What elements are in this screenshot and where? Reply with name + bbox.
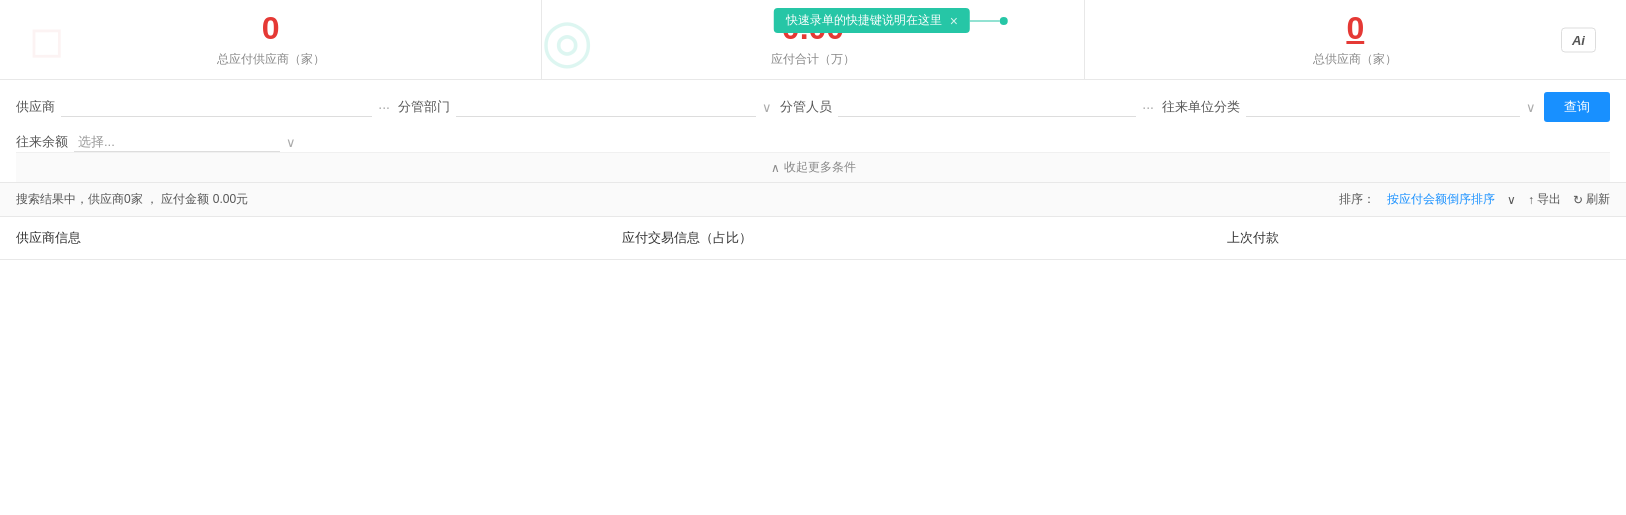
result-text: 搜索结果中，供应商0家 xyxy=(16,192,143,206)
export-icon: ↑ xyxy=(1528,193,1534,207)
query-button[interactable]: 查询 xyxy=(1544,92,1610,122)
filter-row-2: 往来余额 选择... ∨ xyxy=(16,132,1610,152)
ai-badge[interactable]: Ai xyxy=(1561,27,1596,52)
tooltip-close-button[interactable]: × xyxy=(950,13,958,29)
filter-unit: 往来单位分类 ∨ xyxy=(1162,97,1536,117)
refresh-label: 刷新 xyxy=(1586,191,1610,208)
table-header: 供应商信息 应付交易信息（占比） 上次付款 xyxy=(0,217,1626,260)
filter-department: 分管部门 ∨ xyxy=(398,97,772,117)
stat-value-payable-suppliers: 0 xyxy=(262,11,280,46)
teal-icon: ◎ xyxy=(541,5,593,75)
supplier-dots-button[interactable]: ··· xyxy=(378,99,390,115)
balance-label: 往来余额 xyxy=(16,133,68,151)
table: 供应商信息 应付交易信息（占比） 上次付款 xyxy=(0,217,1626,515)
stat-label-payable-suppliers: 总应付供应商（家） xyxy=(217,51,325,68)
supplier-label: 供应商 xyxy=(16,98,55,116)
sort-chevron-icon[interactable]: ∨ xyxy=(1507,193,1516,207)
filter-person: 分管人员 ··· xyxy=(780,97,1154,117)
filter-balance: 往来余额 选择... ∨ xyxy=(16,132,296,152)
result-bar: 搜索结果中，供应商0家 ， 应付金额 0.00元 排序： 按应付会额倒序排序 ∨… xyxy=(0,183,1626,217)
diamond-icon: ◇ xyxy=(15,4,86,75)
department-label: 分管部门 xyxy=(398,98,450,116)
result-amount: 应付金额 0.00元 xyxy=(161,192,248,206)
person-dots-button[interactable]: ··· xyxy=(1142,99,1154,115)
stat-total-payable-suppliers: ◇ 0 总应付供应商（家） xyxy=(0,0,542,79)
tooltip-dot xyxy=(1000,17,1008,25)
result-separator: ， xyxy=(146,192,158,206)
collapse-label: 收起更多条件 xyxy=(784,159,856,176)
export-label: 导出 xyxy=(1537,191,1561,208)
unit-label: 往来单位分类 xyxy=(1162,98,1240,116)
unit-input[interactable] xyxy=(1246,97,1520,117)
sort-label: 排序： xyxy=(1339,191,1375,208)
sort-select[interactable]: 按应付会额倒序排序 xyxy=(1387,191,1495,208)
filter-row-1: 供应商 ··· 分管部门 ∨ 分管人员 ··· 往来单位分类 ∨ 查询 xyxy=(16,92,1610,122)
stat-label-total-suppliers: 总供应商（家） xyxy=(1313,51,1397,68)
col-supplier-header: 供应商信息 xyxy=(16,229,622,247)
supplier-input[interactable] xyxy=(61,97,372,117)
person-label: 分管人员 xyxy=(780,98,832,116)
result-actions: 排序： 按应付会额倒序排序 ∨ ↑ 导出 ↻ 刷新 xyxy=(1339,191,1610,208)
col-transaction-header: 应付交易信息（占比） xyxy=(622,229,1228,247)
department-arrow-icon[interactable]: ∨ xyxy=(762,100,772,115)
refresh-icon: ↻ xyxy=(1573,193,1583,207)
tooltip-text: 快速录单的快捷键说明在这里 xyxy=(786,12,942,29)
result-summary: 搜索结果中，供应商0家 ， 应付金额 0.00元 xyxy=(16,191,248,208)
filter-bar: 供应商 ··· 分管部门 ∨ 分管人员 ··· 往来单位分类 ∨ 查询 往来余额 xyxy=(0,80,1626,183)
person-input[interactable] xyxy=(838,97,1136,117)
col-payment-header: 上次付款 xyxy=(1227,229,1610,247)
refresh-button[interactable]: ↻ 刷新 xyxy=(1573,191,1610,208)
filter-supplier: 供应商 ··· xyxy=(16,97,390,117)
balance-select[interactable]: 选择... xyxy=(74,132,280,152)
balance-arrow-icon[interactable]: ∨ xyxy=(286,135,296,150)
chevron-up-icon: ∧ xyxy=(771,161,780,175)
unit-arrow-icon[interactable]: ∨ xyxy=(1526,100,1536,115)
stats-bar: ◇ 0 总应付供应商（家） ◎ 0.00 应付合计（万） 快速录单的快捷键说明在… xyxy=(0,0,1626,80)
stat-payable-total: ◎ 0.00 应付合计（万） 快速录单的快捷键说明在这里 × xyxy=(542,0,1084,79)
stat-total-suppliers: Ai 0 总供应商（家） xyxy=(1085,0,1626,79)
department-input[interactable] xyxy=(456,97,756,117)
shortcut-tooltip: 快速录单的快捷键说明在这里 × xyxy=(774,8,970,33)
stat-label-payable-total: 应付合计（万） xyxy=(771,51,855,68)
collapse-button[interactable]: ∧ 收起更多条件 xyxy=(16,152,1610,182)
export-button[interactable]: ↑ 导出 xyxy=(1528,191,1561,208)
table-body xyxy=(0,260,1626,515)
stat-value-total-suppliers: 0 xyxy=(1346,11,1364,46)
